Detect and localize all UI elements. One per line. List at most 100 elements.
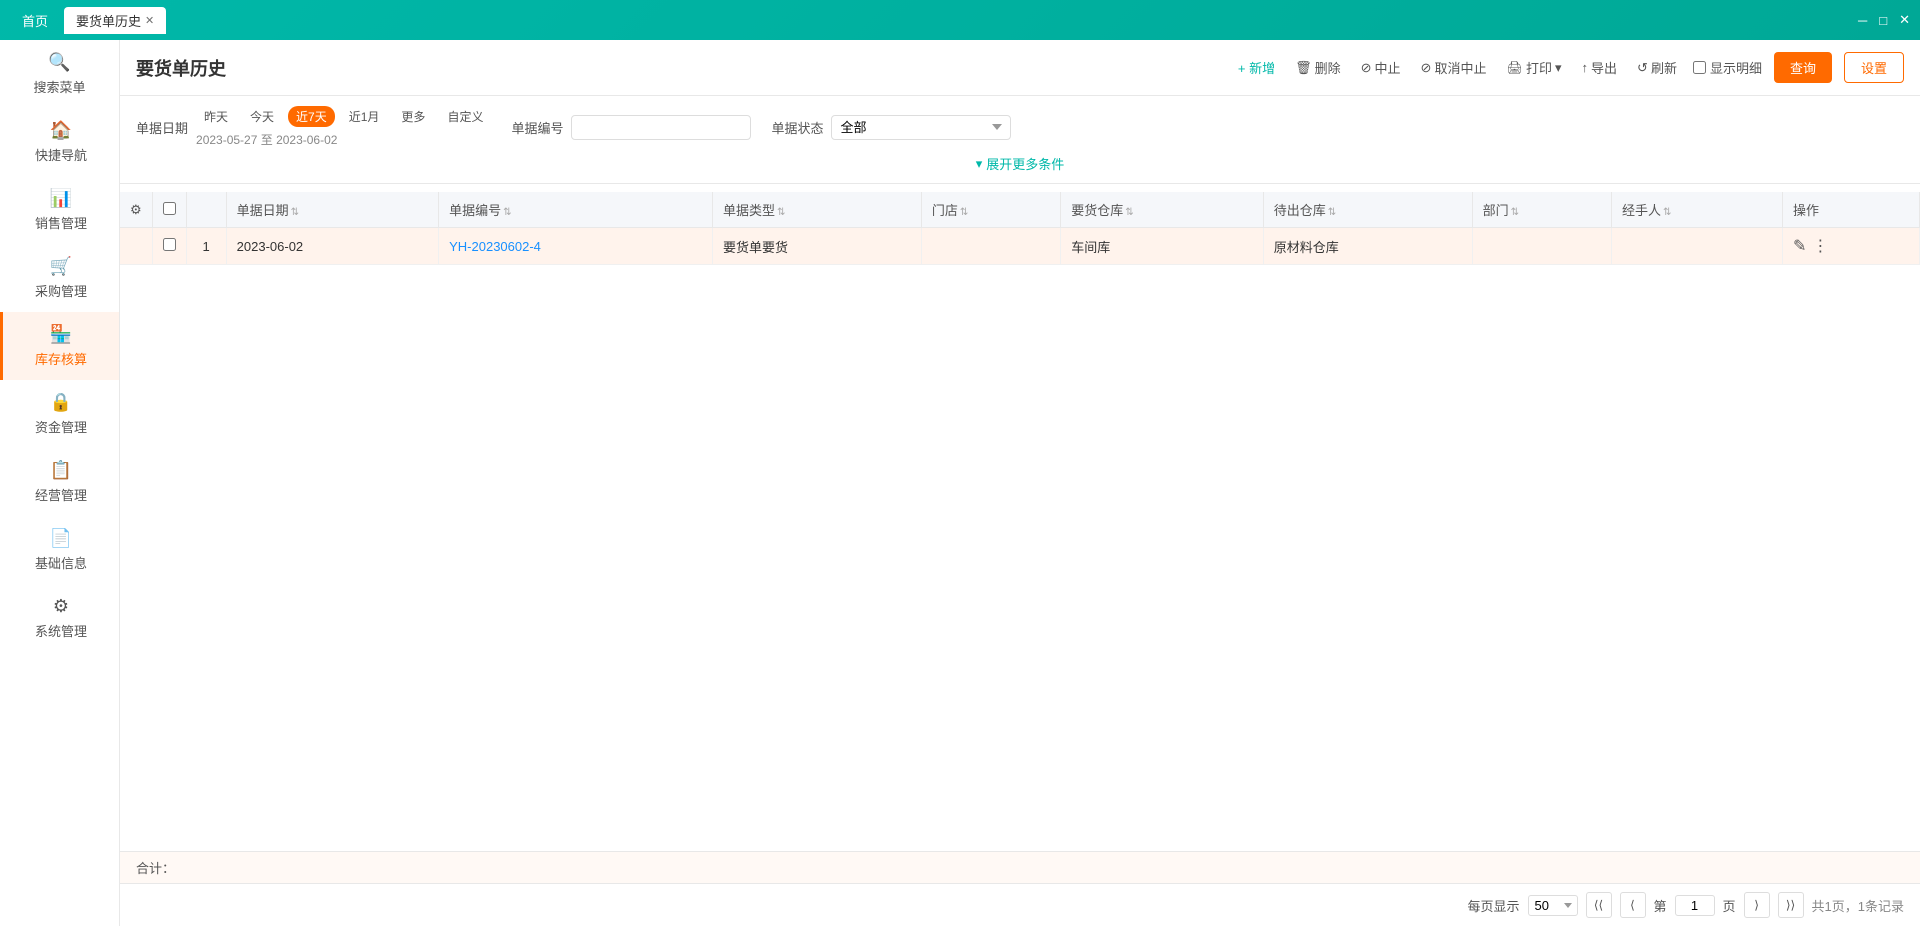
finance-icon: 🔒 — [50, 392, 72, 413]
filter-bar: 单据日期 昨天 今天 近7天 近1月 更多 自定义 2023-05-27 至 2… — [120, 96, 1920, 184]
docstatus-filter-select[interactable]: 全部 待审核 已审核 已中止 — [831, 115, 1011, 140]
row-docnum-cell: YH-20230602-4 — [439, 228, 713, 265]
page-of-label: 页 — [1723, 896, 1736, 915]
delete-button[interactable]: 🗑 删除 — [1291, 56, 1345, 79]
col-header-dept[interactable]: 部门⇅ — [1472, 192, 1611, 228]
col-header-settings[interactable]: ⚙ — [120, 192, 152, 228]
action-icons: ✎ ⋮ — [1793, 236, 1909, 256]
export-button[interactable]: ↑ 导出 — [1578, 56, 1622, 79]
page-size-label: 每页显示 — [1467, 896, 1519, 915]
date-btn-more[interactable]: 更多 — [393, 106, 433, 127]
sidebar-search-label: 搜索菜单 — [33, 77, 85, 96]
docnum-filter-label: 单据编号 — [511, 118, 563, 137]
new-button[interactable]: + 新增 — [1234, 56, 1279, 79]
more-action-icon[interactable]: ⋮ — [1812, 236, 1828, 256]
print-button[interactable]: 🖨 打印 ▾ — [1502, 56, 1565, 79]
top-bar: 首页 要货单历史 ✕ ─ □ ✕ — [0, 0, 1920, 40]
page-total-info: 共1页，1条记录 — [1812, 896, 1904, 915]
tab-order-history[interactable]: 要货单历史 ✕ — [64, 7, 166, 34]
refresh-icon: ↺ — [1637, 60, 1648, 76]
sidebar-item-basic[interactable]: 📄 基础信息 — [0, 516, 119, 584]
print-dropdown-icon: ▾ — [1555, 60, 1562, 76]
row-checkbox[interactable] — [163, 238, 176, 251]
date-btn-custom[interactable]: 自定义 — [439, 106, 491, 127]
sidebar-sales-label: 销售管理 — [35, 213, 87, 232]
print-icon: 🖨 — [1506, 60, 1523, 76]
sidebar-finance-label: 资金管理 — [35, 417, 87, 436]
export-icon: ↑ — [1582, 60, 1589, 75]
tab-home[interactable]: 首页 — [10, 7, 60, 34]
maximize-icon[interactable]: □ — [1879, 13, 1887, 28]
cancel-stop-button[interactable]: ⊘ 取消中止 — [1417, 56, 1491, 79]
page-first-btn[interactable]: ⟨⟨ — [1586, 892, 1612, 918]
sidebar-item-sales[interactable]: 📊 销售管理 — [0, 176, 119, 244]
purchase-icon: 🛒 — [50, 256, 72, 277]
settings-button[interactable]: 设置 — [1844, 52, 1904, 83]
col-header-handler[interactable]: 经手人⇅ — [1612, 192, 1783, 228]
sidebar-item-system[interactable]: ⚙ 系统管理 — [0, 584, 119, 652]
sidebar-item-operations[interactable]: 📋 经营管理 — [0, 448, 119, 516]
search-icon: 🔍 — [48, 52, 70, 73]
sidebar-system-label: 系统管理 — [35, 621, 87, 640]
date-filter-label: 单据日期 — [136, 118, 188, 137]
operations-icon: 📋 — [50, 460, 72, 481]
col-header-docnum[interactable]: 单据编号⇅ — [439, 192, 713, 228]
col-header-doctype[interactable]: 单据类型⇅ — [713, 192, 922, 228]
row-actions-cell: ✎ ⋮ — [1782, 228, 1919, 265]
docnum-filter-input[interactable] — [571, 115, 751, 140]
sidebar-item-quicknav[interactable]: 🏠 快捷导航 — [0, 108, 119, 176]
docstatus-filter-group: 单据状态 全部 待审核 已审核 已中止 — [771, 115, 1011, 140]
page-num-input[interactable] — [1675, 895, 1715, 916]
date-filter-group: 单据日期 昨天 今天 近7天 近1月 更多 自定义 2023-05-27 至 2… — [136, 106, 491, 148]
display-toggle[interactable]: 显示明细 — [1693, 58, 1762, 77]
date-btn-7days[interactable]: 近7天 — [288, 106, 335, 127]
table-area: ⚙ 单据日期⇅ 单据编号⇅ 单据类型⇅ 门店⇅ 要货仓库⇅ 待出仓库⇅ 部门⇅ … — [120, 184, 1920, 851]
toolbar: + 新增 🗑 删除 ⊘ 中止 ⊘ 取消中止 🖨 打印 ▾ — [1234, 52, 1904, 83]
col-header-date[interactable]: 单据日期⇅ — [226, 192, 438, 228]
data-table: ⚙ 单据日期⇅ 单据编号⇅ 单据类型⇅ 门店⇅ 要货仓库⇅ 待出仓库⇅ 部门⇅ … — [120, 192, 1920, 265]
stop-icon: ⊘ — [1361, 60, 1372, 76]
col-header-num — [186, 192, 226, 228]
edit-action-icon[interactable]: ✎ — [1793, 236, 1806, 256]
sidebar-item-search[interactable]: 🔍 搜索菜单 — [0, 40, 119, 108]
col-header-waitwarehouse[interactable]: 待出仓库⇅ — [1263, 192, 1472, 228]
date-btn-1month[interactable]: 近1月 — [341, 106, 388, 127]
sidebar-item-finance[interactable]: 🔒 资金管理 — [0, 380, 119, 448]
tab-home-label: 首页 — [22, 11, 48, 30]
close-tab-icon[interactable]: ✕ — [145, 14, 154, 27]
sales-icon: 📊 — [50, 188, 72, 209]
date-range-display: 2023-05-27 至 2023-06-02 — [196, 131, 491, 148]
stop-button[interactable]: ⊘ 中止 — [1357, 56, 1405, 79]
sidebar-operations-label: 经营管理 — [35, 485, 87, 504]
page-size-select[interactable]: 20 50 100 200 — [1528, 895, 1578, 916]
docnum-link[interactable]: YH-20230602-4 — [449, 239, 541, 254]
col-header-reqwarehouse[interactable]: 要货仓库⇅ — [1061, 192, 1264, 228]
sidebar-basic-label: 基础信息 — [35, 553, 87, 572]
sidebar-purchase-label: 采购管理 — [35, 281, 87, 300]
sidebar-inventory-label: 库存核算 — [35, 349, 87, 368]
page-title: 要货单历史 — [136, 55, 226, 81]
page-header: 要货单历史 + 新增 🗑 删除 ⊘ 中止 ⊘ 取消中止 🖨 打印 — [120, 40, 1920, 96]
docstatus-filter-label: 单据状态 — [771, 118, 823, 137]
minimize-icon[interactable]: ─ — [1858, 13, 1867, 28]
page-next-btn[interactable]: ⟩ — [1744, 892, 1770, 918]
refresh-button[interactable]: ↺ 刷新 — [1633, 56, 1681, 79]
row-dept-cell — [1472, 228, 1611, 265]
docnum-filter-group: 单据编号 — [511, 115, 751, 140]
select-all-checkbox[interactable] — [163, 202, 176, 215]
row-num-cell: 1 — [186, 228, 226, 265]
date-filters: 昨天 今天 近7天 近1月 更多 自定义 2023-05-27 至 2023-0… — [196, 106, 491, 148]
display-checkbox[interactable] — [1693, 61, 1706, 74]
col-header-store[interactable]: 门店⇅ — [921, 192, 1060, 228]
date-btn-today[interactable]: 今天 — [242, 106, 282, 127]
sidebar-item-inventory[interactable]: 🏪 库存核算 — [0, 312, 119, 380]
row-reqwarehouse-cell: 车间库 — [1061, 228, 1264, 265]
page-prev-btn[interactable]: ⟨ — [1620, 892, 1646, 918]
query-button[interactable]: 查询 — [1774, 52, 1832, 83]
page-last-btn[interactable]: ⟩⟩ — [1778, 892, 1804, 918]
sidebar-item-purchase[interactable]: 🛒 采购管理 — [0, 244, 119, 312]
expand-icon: ▾ — [976, 156, 983, 172]
expand-more-btn[interactable]: ▾ 展开更多条件 — [136, 154, 1904, 173]
close-window-icon[interactable]: ✕ — [1899, 12, 1910, 28]
date-btn-yesterday[interactable]: 昨天 — [196, 106, 236, 127]
